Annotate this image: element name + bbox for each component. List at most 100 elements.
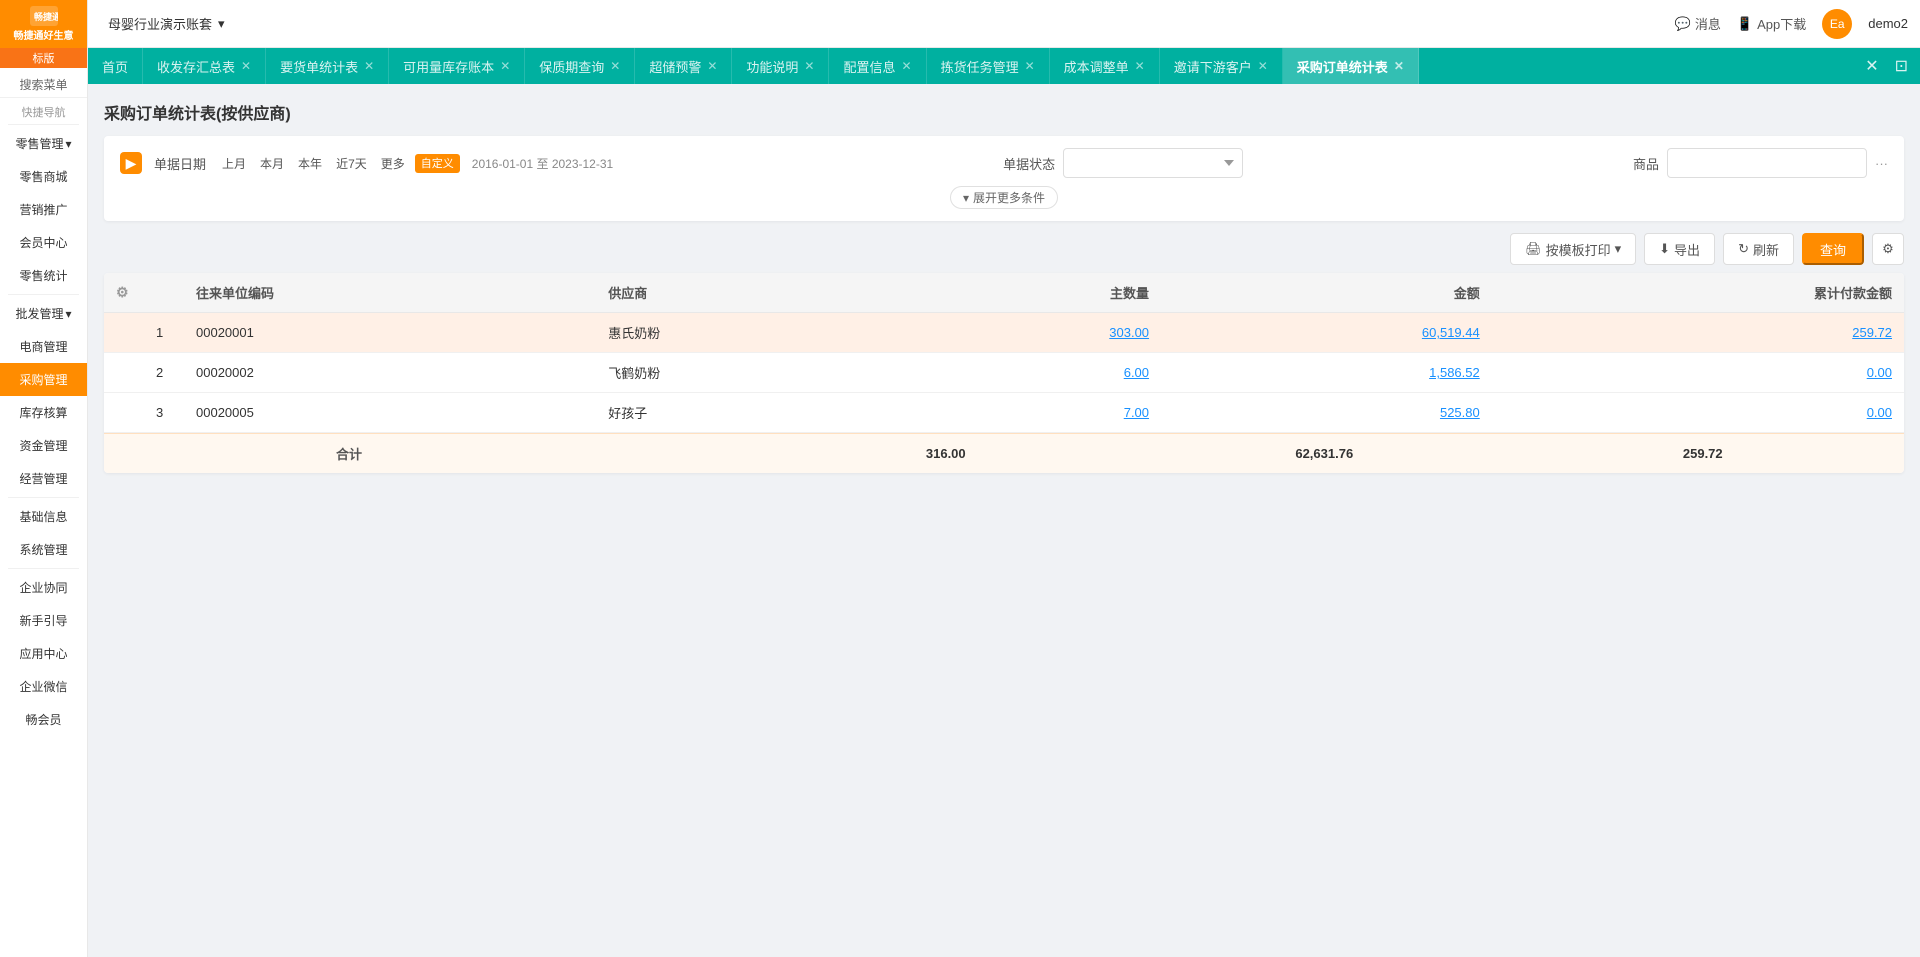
sidebar-item-retail-stats[interactable]: 零售统计 — [0, 259, 87, 292]
sidebar-item-inventory[interactable]: 库存核算 — [0, 396, 87, 429]
tab-function-desc[interactable]: 功能说明 ✕ — [732, 48, 829, 84]
table-row: 1 00020001 惠氏奶粉 303.00 60,519.44 259.72 — [104, 313, 1904, 353]
app-logo: 畅捷通 畅捷通好生意 — [0, 0, 87, 48]
tab-home[interactable]: 首页 — [88, 48, 143, 84]
tab-order-stats[interactable]: 要货单统计表 ✕ — [266, 48, 389, 84]
sidebar-item-basic-info[interactable]: 基础信息 — [0, 500, 87, 533]
chevron-down-icon-2: ▾ — [65, 307, 71, 321]
filter-toggle-button[interactable]: ▶ — [120, 152, 142, 174]
row-amount: 1,586.52 — [1161, 353, 1492, 393]
table-footer: 合计 316.00 62,631.76 259.72 — [104, 433, 1904, 473]
workspace-name: 母婴行业演示账套 — [108, 14, 212, 33]
tab-close-all-button[interactable]: ✕ — [1861, 54, 1882, 78]
tab-close-purchase-stats[interactable]: ✕ — [1394, 59, 1404, 73]
tab-purchase-stats[interactable]: 采购订单统计表 ✕ — [1283, 48, 1419, 84]
sidebar-item-ecommerce[interactable]: 电商管理 — [0, 330, 87, 363]
goods-more-icon[interactable]: ··· — [1875, 156, 1888, 171]
tab-inventory-ledger[interactable]: 可用量库存账本 ✕ — [389, 48, 525, 84]
tab-config-info[interactable]: 配置信息 ✕ — [829, 48, 926, 84]
date-shortcut-this-month[interactable]: 本月 — [256, 154, 288, 173]
user-name[interactable]: demo2 — [1868, 16, 1908, 31]
tab-close-receive-pay[interactable]: ✕ — [241, 59, 251, 73]
expand-more-button[interactable]: ▾ 展开更多条件 — [950, 186, 1058, 209]
tab-close-expiry-query[interactable]: ✕ — [610, 59, 620, 73]
row-index: 2 — [144, 353, 184, 393]
row-supplier: 好孩子 — [596, 393, 903, 433]
workspace-selector[interactable]: 母婴行业演示账套 ▾ — [100, 10, 233, 37]
refresh-button[interactable]: ↻ 刷新 — [1723, 233, 1794, 265]
refresh-icon: ↻ — [1738, 241, 1749, 257]
tab-close-overstock-warning[interactable]: ✕ — [707, 59, 717, 73]
sidebar-item-wholesale[interactable]: 批发管理 ▾ — [0, 297, 87, 330]
col-header-amount: 金额 — [1161, 273, 1492, 313]
sidebar-item-enterprise-collab[interactable]: 企业协同 — [0, 571, 87, 604]
table-settings-icon[interactable]: ⚙ — [116, 284, 129, 300]
export-button[interactable]: ⬇ 导出 — [1644, 233, 1715, 265]
row-supplier: 飞鹤奶粉 — [596, 353, 903, 393]
footer-paid: 259.72 — [1514, 446, 1893, 461]
status-filter-group: 单据状态 — [1003, 148, 1243, 178]
sidebar-item-marketing[interactable]: 营销推广 — [0, 193, 87, 226]
tab-close-inventory-ledger[interactable]: ✕ — [500, 59, 510, 73]
print-button[interactable]: 🖨 按模板打印 ▾ — [1510, 233, 1636, 265]
row-qty: 6.00 — [903, 353, 1161, 393]
table-row: 2 00020002 飞鹤奶粉 6.00 1,586.52 0.00 — [104, 353, 1904, 393]
message-icon: 💬 — [1675, 16, 1691, 32]
date-shortcut-more[interactable]: 更多 — [377, 154, 409, 173]
tab-close-order-stats[interactable]: ✕ — [364, 59, 374, 73]
download-icon: 📱 — [1737, 16, 1753, 32]
sidebar-item-new-guide[interactable]: 新手引导 — [0, 604, 87, 637]
row-index: 3 — [144, 393, 184, 433]
date-label: 单据日期 — [154, 154, 206, 173]
col-header-index — [144, 273, 184, 313]
tab-bar: 首页 收发存汇总表 ✕ 要货单统计表 ✕ 可用量库存账本 ✕ 保质期查询 ✕ 超… — [88, 48, 1920, 84]
user-avatar[interactable]: Ea — [1822, 9, 1852, 39]
sidebar-shortcut-label: 快捷导航 — [0, 98, 87, 122]
sidebar-item-retail[interactable]: 零售管理 ▾ — [0, 127, 87, 160]
sidebar-item-operations[interactable]: 经营管理 — [0, 462, 87, 495]
sidebar-divider-3 — [8, 497, 79, 498]
date-shortcut-this-year[interactable]: 本年 — [294, 154, 326, 173]
sidebar-item-system[interactable]: 系统管理 — [0, 533, 87, 566]
print-icon: 🖨 — [1525, 241, 1542, 257]
tab-expiry-query[interactable]: 保质期查询 ✕ — [525, 48, 635, 84]
tab-close-config-info[interactable]: ✕ — [902, 59, 912, 73]
date-shortcut-7days[interactable]: 近7天 — [332, 154, 371, 173]
tab-invite-customer[interactable]: 邀请下游客户 ✕ — [1160, 48, 1283, 84]
sidebar-item-purchase[interactable]: 采购管理 — [0, 363, 87, 396]
sidebar-item-vip[interactable]: 畅会员 — [0, 703, 87, 736]
page-title: 采购订单统计表(按供应商) — [104, 100, 1904, 124]
tab-cost-adjust[interactable]: 成本调整单 ✕ — [1050, 48, 1160, 84]
goods-label: 商品 — [1633, 154, 1659, 173]
row-qty: 7.00 — [903, 393, 1161, 433]
expand-more-row: ▾ 展开更多条件 — [120, 186, 1888, 209]
settings-button[interactable]: ⚙ — [1872, 233, 1904, 265]
row-amount: 525.80 — [1161, 393, 1492, 433]
query-button[interactable]: 查询 — [1802, 233, 1864, 265]
row-settings-cell — [104, 313, 144, 353]
status-select[interactable] — [1063, 148, 1243, 178]
sidebar-item-app-center[interactable]: 应用中心 — [0, 637, 87, 670]
tab-receive-pay[interactable]: 收发存汇总表 ✕ — [143, 48, 266, 84]
tab-picking-task[interactable]: 拣货任务管理 ✕ — [927, 48, 1050, 84]
tab-close-cost-adjust[interactable]: ✕ — [1135, 59, 1145, 73]
tab-overstock-warning[interactable]: 超储预警 ✕ — [635, 48, 732, 84]
message-button[interactable]: 💬 消息 — [1675, 14, 1721, 33]
tab-close-invite-customer[interactable]: ✕ — [1258, 59, 1268, 73]
app-download-button[interactable]: 📱 App下载 — [1737, 14, 1806, 33]
date-shortcut-last-month[interactable]: 上月 — [218, 154, 250, 173]
goods-input[interactable] — [1667, 148, 1867, 178]
sidebar-item-retail-shop[interactable]: 零售商城 — [0, 160, 87, 193]
tab-close-function-desc[interactable]: ✕ — [804, 59, 814, 73]
export-icon: ⬇ — [1659, 241, 1670, 257]
tab-restore-button[interactable]: ⊡ — [1891, 54, 1912, 78]
date-custom-badge[interactable]: 自定义 — [415, 154, 460, 173]
sidebar-item-enterprise-wechat[interactable]: 企业微信 — [0, 670, 87, 703]
sidebar-search[interactable]: 搜索菜单 — [0, 68, 87, 98]
sidebar-item-membership[interactable]: 会员中心 — [0, 226, 87, 259]
tab-close-picking-task[interactable]: ✕ — [1025, 59, 1035, 73]
date-range-text: 2016-01-01 至 2023-12-31 — [472, 155, 613, 172]
col-header-code: 往来单位编码 — [184, 273, 596, 313]
sidebar: 畅捷通 畅捷通好生意 标版 搜索菜单 快捷导航 零售管理 ▾ 零售商城 营销推广… — [0, 0, 88, 957]
sidebar-item-finance[interactable]: 资金管理 — [0, 429, 87, 462]
